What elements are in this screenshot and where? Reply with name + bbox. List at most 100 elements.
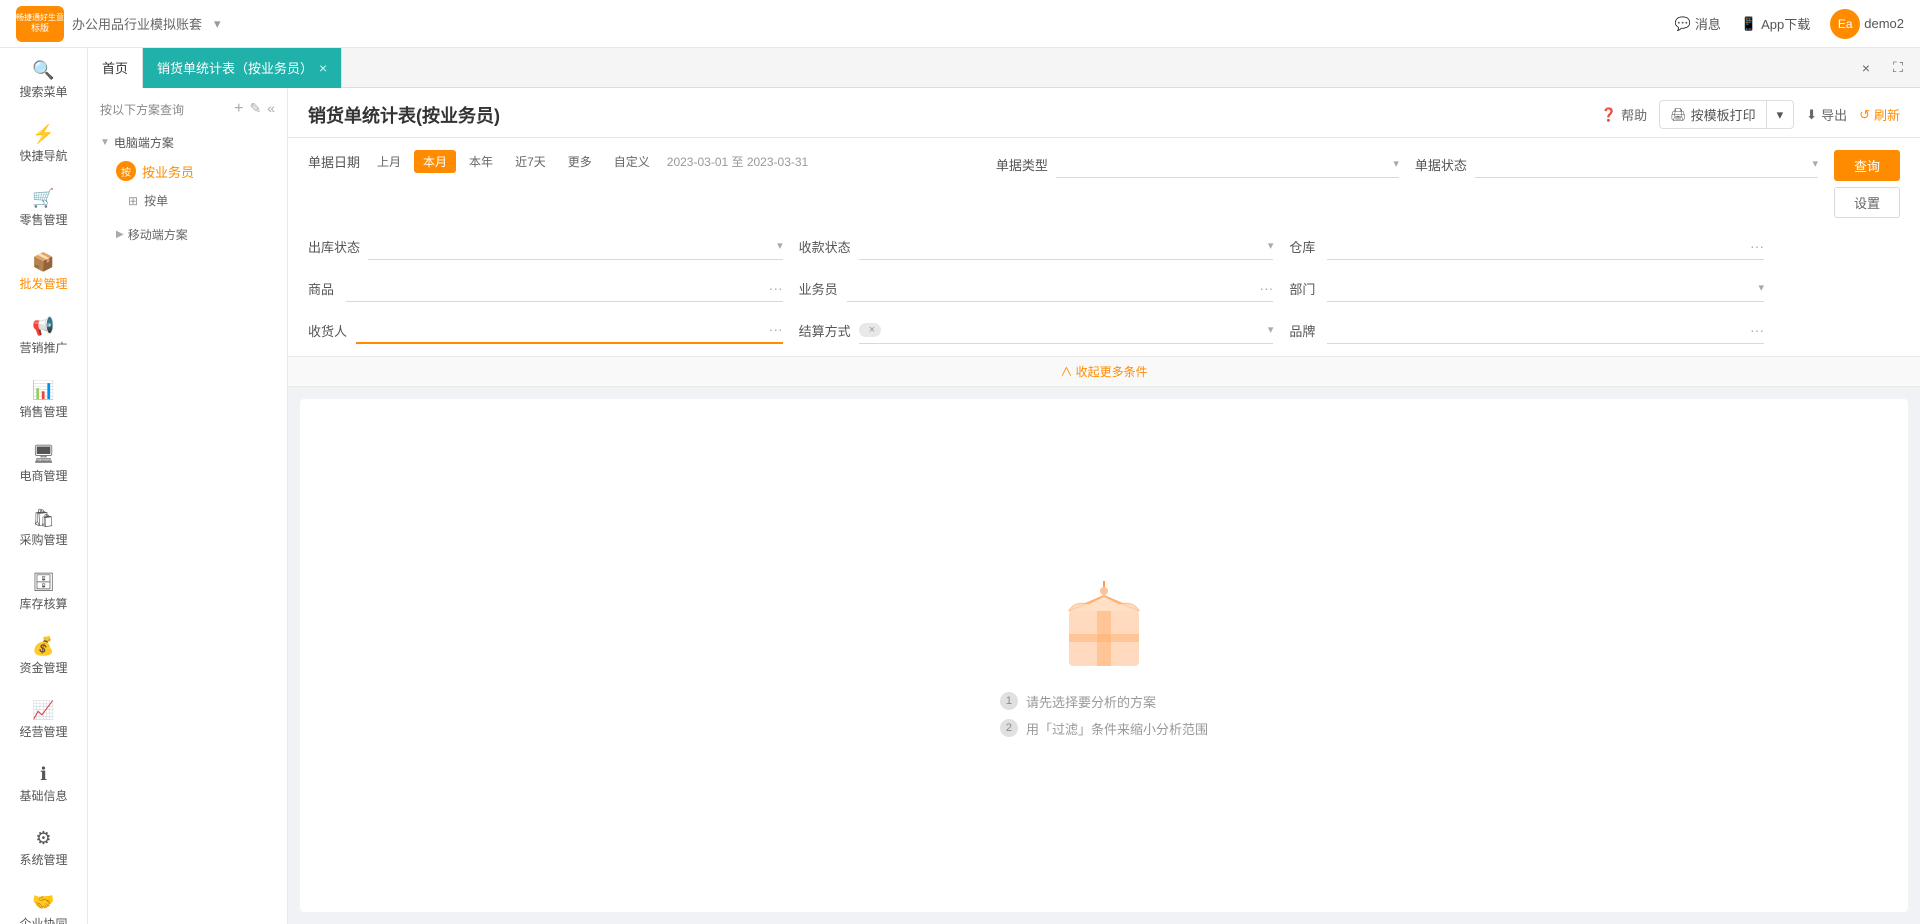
sidebar-item-ecommerce[interactable]: 🖥 电商管理 — [0, 432, 87, 496]
topbar-right: 💬 消息 📱 App下载 Ea demo2 — [1675, 9, 1904, 39]
payment-select[interactable]: × ▾ — [859, 316, 1274, 344]
export-btn[interactable]: ⬇ 导出 — [1806, 105, 1847, 124]
date-btn-this-year[interactable]: 本年 — [460, 150, 502, 173]
dept-arrow-icon: ▾ — [1758, 281, 1764, 294]
sidebar-item-purchase[interactable]: 🛍 采购管理 — [0, 496, 87, 560]
brand-select[interactable]: ··· — [1327, 316, 1764, 344]
date-btn-this-month[interactable]: 本月 — [414, 150, 456, 173]
user-menu[interactable]: Ea demo2 — [1830, 9, 1904, 39]
scheme-sub-item-by-order[interactable]: ⊞ 按单 — [88, 187, 287, 214]
receiver-dots-icon: ··· — [769, 321, 783, 337]
page-title: 销货单统计表(按业务员) — [308, 102, 500, 128]
print-icon: 🖨 — [1670, 107, 1687, 123]
salesperson-select[interactable]: ··· — [847, 274, 1274, 302]
sidebar-item-finance[interactable]: 💰 资金管理 — [0, 624, 87, 688]
sidebar-item-system[interactable]: ⚙ 系统管理 — [0, 816, 87, 880]
sidebar-item-inventory[interactable]: 🗄 库存核算 — [0, 560, 87, 624]
doc-type-select[interactable]: ▾ — [1056, 150, 1399, 178]
filter-doc-status: 单据状态 ▾ — [1415, 150, 1818, 178]
sidebar-item-retail[interactable]: 🛒 零售管理 — [0, 176, 87, 240]
refresh-icon: ↺ — [1859, 107, 1870, 123]
print-dropdown-btn[interactable]: ▾ — [1767, 103, 1794, 127]
product-select[interactable]: ··· — [346, 274, 783, 302]
collapse-panel-btn[interactable]: « — [267, 100, 275, 118]
brand-label: 品牌 — [1289, 321, 1319, 340]
filter-product: 商品 ··· — [308, 274, 783, 302]
tab-close-all-btn[interactable]: × — [1852, 54, 1880, 82]
doc-type-label: 单据类型 — [996, 155, 1048, 174]
warehouse-select[interactable]: ··· — [1327, 232, 1764, 260]
tabbar-actions: × ⛶ — [1852, 54, 1920, 82]
main-container: 🔍 搜索菜单 ⚡ 快捷导航 🛒 零售管理 📦 批发管理 📢 营销推广 📊 销售管… — [0, 48, 1920, 924]
scheme-group-desktop: ▼ 电脑端方案 按 按业务员 ⊞ 按单 — [88, 126, 287, 218]
sidebar-item-sales[interactable]: 📊 销售管理 — [0, 368, 87, 432]
sidebar-item-operations[interactable]: 📈 经营管理 — [0, 688, 87, 752]
quick-nav-icon: ⚡ — [0, 124, 87, 145]
print-btn[interactable]: 🖨 按模板打印 — [1660, 101, 1767, 128]
filter-brand: 品牌 ··· — [1289, 316, 1764, 344]
doc-status-select[interactable]: ▾ — [1475, 150, 1818, 178]
receiver-input[interactable]: ··· — [356, 316, 783, 344]
date-btn-last-month[interactable]: 上月 — [368, 150, 410, 173]
sidebar-item-basic[interactable]: ℹ 基础信息 — [0, 752, 87, 816]
payment-clear-btn[interactable]: × — [869, 324, 875, 336]
system-icon: ⚙ — [0, 828, 87, 849]
dept-select[interactable]: ▾ — [1327, 274, 1764, 302]
out-status-arrow-icon: ▾ — [777, 239, 783, 252]
purchase-icon: 🛍 — [0, 508, 87, 529]
collapse-bar[interactable]: ∧ 收起更多条件 — [288, 357, 1920, 387]
filter-area: 单据日期 上月 本月 本年 近7天 更多 自定义 2023-03-01 至 20… — [288, 138, 1920, 357]
filter-collect-status: 收款状态 ▾ — [799, 232, 1274, 260]
date-btn-custom[interactable]: 自定义 — [605, 150, 659, 173]
scheme-group-mobile-title[interactable]: ▶ 移动端方案 — [88, 222, 287, 247]
empty-hint-2: 2 用「过滤」条件来缩小分析范围 — [1000, 719, 1208, 738]
filter-date-row: 单据日期 上月 本月 本年 近7天 更多 自定义 2023-03-01 至 20… — [308, 150, 980, 173]
product-dots-icon: ··· — [769, 280, 783, 296]
sidebar-item-marketing[interactable]: 📢 营销推广 — [0, 304, 87, 368]
tab-sales-stat[interactable]: 销货单统计表（按业务员） × — [143, 48, 342, 88]
marketing-icon: 📢 — [0, 316, 87, 337]
action-buttons: 查询 设置 — [1834, 150, 1900, 218]
payment-label: 结算方式 — [799, 321, 851, 340]
sidebar-item-quick-nav[interactable]: ⚡ 快捷导航 — [0, 112, 87, 176]
hint-num-1: 1 — [1000, 692, 1018, 710]
date-btn-last-7-days[interactable]: 近7天 — [506, 150, 555, 173]
out-status-label: 出库状态 — [308, 237, 360, 256]
filter-doc-type: 单据类型 ▾ — [996, 150, 1399, 178]
refresh-btn[interactable]: ↺ 刷新 — [1859, 105, 1900, 124]
print-btn-group: 🖨 按模板打印 ▾ — [1659, 100, 1794, 129]
scheme-group-desktop-title[interactable]: ▼ 电脑端方案 — [88, 130, 287, 155]
sidebar-item-collab[interactable]: 🤝 企业协同 — [0, 880, 87, 924]
brand-logo: 畅捷通好生意 标版 — [16, 6, 64, 42]
tab-home[interactable]: 首页 — [88, 48, 143, 88]
filter-salesperson: 业务员 ··· — [799, 274, 1274, 302]
collect-status-select[interactable]: ▾ — [859, 232, 1274, 260]
query-button[interactable]: 查询 — [1834, 150, 1900, 181]
out-status-select[interactable]: ▾ — [368, 232, 783, 260]
filter-payment: 结算方式 × ▾ — [799, 316, 1274, 344]
edit-scheme-btn[interactable]: ✎ — [249, 100, 261, 118]
scheme-item-by-salesperson[interactable]: 按 按业务员 — [88, 155, 287, 187]
tab-expand-btn[interactable]: ⛶ — [1884, 54, 1912, 82]
date-range: 2023-03-01 至 2023-03-31 — [667, 153, 808, 170]
warehouse-label: 仓库 — [1289, 237, 1319, 256]
doc-status-label: 单据状态 — [1415, 155, 1467, 174]
tab-close-btn[interactable]: × — [319, 60, 327, 76]
add-scheme-btn[interactable]: + — [234, 100, 243, 118]
help-btn[interactable]: ❓ 帮助 — [1601, 105, 1647, 124]
collab-icon: 🤝 — [0, 892, 87, 913]
empty-hints: 1 请先选择要分析的方案 2 用「过滤」条件来缩小分析范围 — [1000, 692, 1208, 746]
wholesale-icon: 📦 — [0, 252, 87, 273]
sidebar-item-search-menu[interactable]: 🔍 搜索菜单 — [0, 48, 87, 112]
empty-illustration — [1044, 566, 1164, 676]
settings-button[interactable]: 设置 — [1834, 187, 1900, 218]
topbar-dropdown-icon[interactable]: ▾ — [214, 16, 221, 32]
empty-svg — [1044, 566, 1164, 676]
date-label: 单据日期 — [308, 152, 360, 171]
finance-icon: 💰 — [0, 636, 87, 657]
message-btn[interactable]: 💬 消息 — [1675, 14, 1721, 33]
sidebar-item-wholesale[interactable]: 📦 批发管理 — [0, 240, 87, 304]
left-panel-header: 按以下方案查询 + ✎ « — [88, 100, 287, 126]
date-btn-more[interactable]: 更多 — [559, 150, 601, 173]
app-download-btn[interactable]: 📱 App下载 — [1741, 14, 1810, 33]
